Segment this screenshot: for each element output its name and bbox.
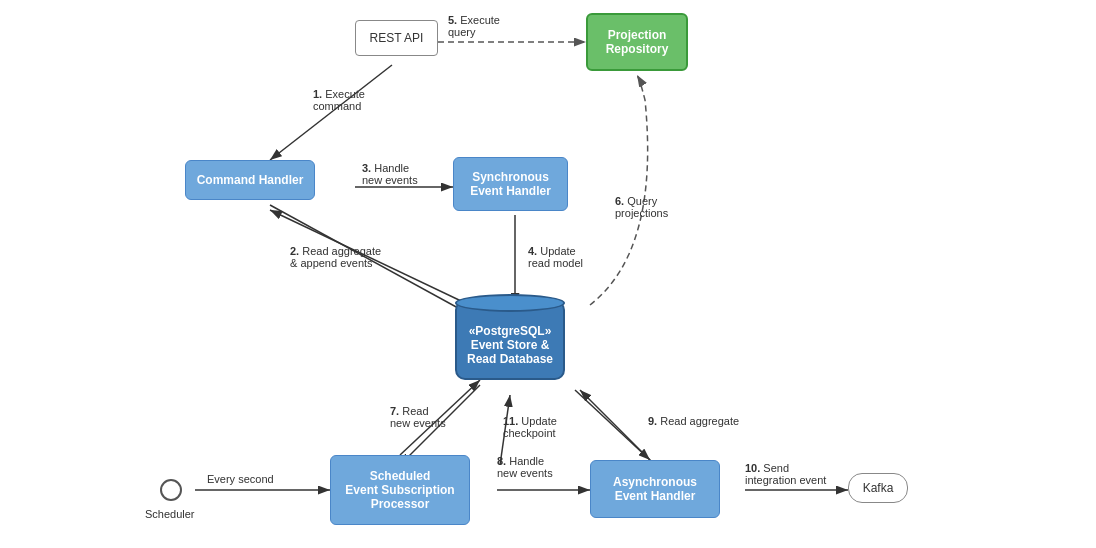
kafka-label: Kafka: [863, 481, 894, 495]
label-4: 4. Updateread model: [528, 245, 583, 269]
projection-repo-node: ProjectionRepository: [586, 13, 688, 71]
label-1: 1. Executecommand: [313, 88, 365, 112]
label-8: 8. Handlenew events: [497, 455, 553, 479]
command-handler-node: Command Handler: [185, 160, 315, 200]
scheduler-label: Scheduler: [145, 508, 195, 520]
rest-api-label: REST API: [370, 31, 424, 45]
label-5: 5. Executequery: [448, 14, 500, 38]
svg-line-12: [580, 390, 655, 465]
diagram: REST API ProjectionRepository Command Ha…: [0, 0, 1096, 548]
svg-line-13: [575, 390, 650, 460]
label-every-second: Every second: [207, 473, 274, 485]
svg-line-3: [270, 65, 392, 160]
projection-repo-label: ProjectionRepository: [606, 28, 669, 56]
label-7: 7. Readnew events: [390, 405, 446, 429]
label-2: 2. Read aggregate& append events: [290, 245, 381, 269]
rest-api-node: REST API: [355, 20, 438, 56]
label-9: 9. Read aggregate: [648, 415, 739, 427]
label-6: 6. Queryprojections: [615, 195, 668, 219]
scheduled-processor-label: ScheduledEvent SubscriptionProcessor: [345, 469, 454, 511]
label-3: 3. Handlenew events: [362, 162, 418, 186]
event-store-label: «PostgreSQL»Event Store &Read Database: [467, 314, 553, 366]
async-event-handler-node: AsynchronousEvent Handler: [590, 460, 720, 518]
label-11: 11. Updatecheckpoint: [503, 415, 557, 439]
event-store-node: «PostgreSQL»Event Store &Read Database: [455, 300, 565, 380]
label-10: 10. Sendintegration event: [745, 462, 826, 486]
scheduled-processor-node: ScheduledEvent SubscriptionProcessor: [330, 455, 470, 525]
sync-event-handler-node: SynchronousEvent Handler: [453, 157, 568, 211]
sync-event-handler-label: SynchronousEvent Handler: [470, 170, 551, 198]
async-event-handler-label: AsynchronousEvent Handler: [613, 475, 697, 503]
scheduler-circle: [160, 479, 182, 501]
cylinder-top: [455, 294, 565, 312]
kafka-node: Kafka: [848, 473, 908, 503]
event-store-body: «PostgreSQL»Event Store &Read Database: [455, 300, 565, 380]
command-handler-label: Command Handler: [197, 173, 304, 187]
